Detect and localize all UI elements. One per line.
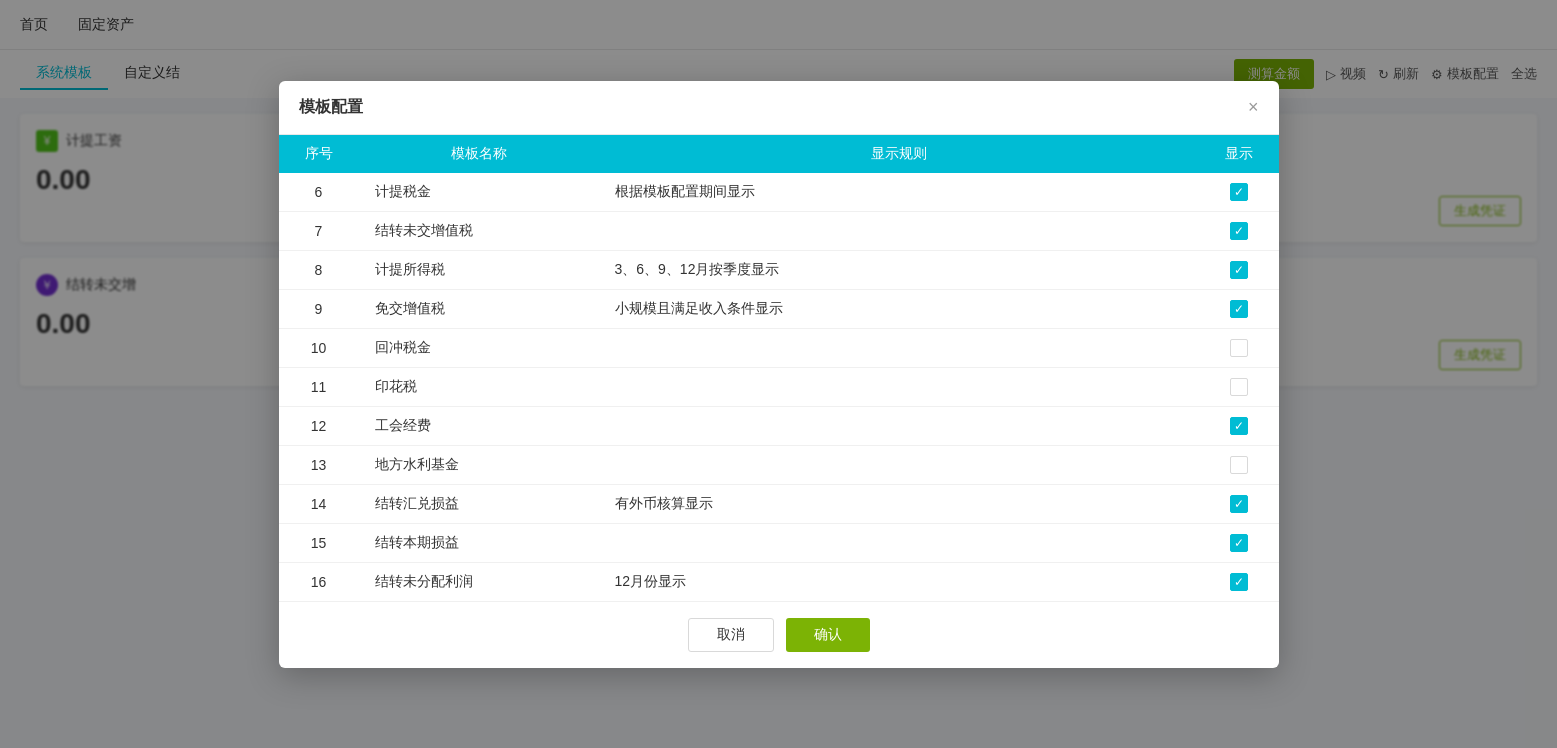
checkbox-wrap[interactable] xyxy=(1215,573,1263,591)
cell-seq: 13 xyxy=(279,445,359,484)
cell-name: 地方水利基金 xyxy=(359,445,599,484)
cell-name: 结转本期损益 xyxy=(359,523,599,562)
cell-checkbox[interactable] xyxy=(1199,523,1279,562)
checkbox-unchecked[interactable] xyxy=(1230,456,1248,474)
cell-seq: 16 xyxy=(279,562,359,601)
checkbox-checked[interactable] xyxy=(1230,261,1248,279)
table-row: 8计提所得税3、6、9、12月按季度显示 xyxy=(279,250,1279,289)
cell-rule: 3、6、9、12月按季度显示 xyxy=(599,250,1199,289)
modal-template-config: 模板配置 × 序号 模板名称 显示规则 显示 xyxy=(279,81,1279,668)
modal-header: 模板配置 × xyxy=(279,81,1279,135)
cell-checkbox[interactable] xyxy=(1199,289,1279,328)
cell-rule xyxy=(599,211,1199,250)
col-header-name: 模板名称 xyxy=(359,135,599,173)
cell-rule: 小规模且满足收入条件显示 xyxy=(599,289,1199,328)
cell-name: 计提税金 xyxy=(359,173,599,212)
cell-checkbox[interactable] xyxy=(1199,328,1279,367)
table-container[interactable]: 序号 模板名称 显示规则 显示 6计提税金根据模板配置期间显示7结转未交增值税8… xyxy=(279,135,1279,601)
checkbox-checked[interactable] xyxy=(1230,183,1248,201)
cell-seq: 15 xyxy=(279,523,359,562)
checkbox-unchecked[interactable] xyxy=(1230,339,1248,357)
table-row: 16结转未分配利润12月份显示 xyxy=(279,562,1279,601)
checkbox-checked[interactable] xyxy=(1230,417,1248,435)
cell-seq: 7 xyxy=(279,211,359,250)
modal-title: 模板配置 xyxy=(299,97,363,118)
checkbox-checked[interactable] xyxy=(1230,222,1248,240)
cell-seq: 9 xyxy=(279,289,359,328)
table-row: 13地方水利基金 xyxy=(279,445,1279,484)
table-row: 6计提税金根据模板配置期间显示 xyxy=(279,173,1279,212)
checkbox-checked[interactable] xyxy=(1230,534,1248,552)
cell-checkbox[interactable] xyxy=(1199,173,1279,212)
config-table: 序号 模板名称 显示规则 显示 6计提税金根据模板配置期间显示7结转未交增值税8… xyxy=(279,135,1279,601)
table-row: 10回冲税金 xyxy=(279,328,1279,367)
checkbox-unchecked[interactable] xyxy=(1230,378,1248,396)
checkbox-wrap[interactable] xyxy=(1215,300,1263,318)
modal-body: 序号 模板名称 显示规则 显示 6计提税金根据模板配置期间显示7结转未交增值税8… xyxy=(279,135,1279,601)
col-header-seq: 序号 xyxy=(279,135,359,173)
table-row: 11印花税 xyxy=(279,367,1279,406)
col-header-rule: 显示规则 xyxy=(599,135,1199,173)
cell-seq: 12 xyxy=(279,406,359,445)
cell-seq: 10 xyxy=(279,328,359,367)
cell-name: 免交增值税 xyxy=(359,289,599,328)
cell-seq: 11 xyxy=(279,367,359,406)
cell-seq: 8 xyxy=(279,250,359,289)
cell-rule xyxy=(599,406,1199,445)
checkbox-wrap[interactable] xyxy=(1215,378,1263,396)
cell-name: 结转未分配利润 xyxy=(359,562,599,601)
checkbox-wrap[interactable] xyxy=(1215,183,1263,201)
table-row: 12工会经费 xyxy=(279,406,1279,445)
cell-rule xyxy=(599,523,1199,562)
cell-seq: 6 xyxy=(279,173,359,212)
cancel-button[interactable]: 取消 xyxy=(688,618,774,652)
table-row: 15结转本期损益 xyxy=(279,523,1279,562)
modal-overlay: 模板配置 × 序号 模板名称 显示规则 显示 xyxy=(0,0,1557,748)
table-row: 14结转汇兑损益有外币核算显示 xyxy=(279,484,1279,523)
cell-name: 工会经费 xyxy=(359,406,599,445)
table-row: 9免交增值税小规模且满足收入条件显示 xyxy=(279,289,1279,328)
checkbox-wrap[interactable] xyxy=(1215,417,1263,435)
checkbox-checked[interactable] xyxy=(1230,573,1248,591)
checkbox-wrap[interactable] xyxy=(1215,339,1263,357)
background-page: 首页 固定资产 系统模板 自定义结 测算金额 ▷ 视频 ↻ 刷新 ⚙ 模板配置 … xyxy=(0,0,1557,748)
cell-name: 印花税 xyxy=(359,367,599,406)
checkbox-wrap[interactable] xyxy=(1215,456,1263,474)
checkbox-wrap[interactable] xyxy=(1215,495,1263,513)
checkbox-wrap[interactable] xyxy=(1215,222,1263,240)
cell-checkbox[interactable] xyxy=(1199,445,1279,484)
cell-seq: 14 xyxy=(279,484,359,523)
cell-rule xyxy=(599,328,1199,367)
checkbox-checked[interactable] xyxy=(1230,300,1248,318)
cell-rule: 有外币核算显示 xyxy=(599,484,1199,523)
cell-name: 计提所得税 xyxy=(359,250,599,289)
confirm-button[interactable]: 确认 xyxy=(786,618,870,652)
modal-close-button[interactable]: × xyxy=(1248,98,1259,116)
cell-checkbox[interactable] xyxy=(1199,367,1279,406)
col-header-display: 显示 xyxy=(1199,135,1279,173)
modal-footer: 取消 确认 xyxy=(279,601,1279,668)
checkbox-checked[interactable] xyxy=(1230,495,1248,513)
cell-checkbox[interactable] xyxy=(1199,211,1279,250)
cell-name: 结转汇兑损益 xyxy=(359,484,599,523)
cell-rule: 12月份显示 xyxy=(599,562,1199,601)
cell-name: 结转未交增值税 xyxy=(359,211,599,250)
cell-checkbox[interactable] xyxy=(1199,484,1279,523)
cell-name: 回冲税金 xyxy=(359,328,599,367)
cell-checkbox[interactable] xyxy=(1199,562,1279,601)
table-row: 7结转未交增值税 xyxy=(279,211,1279,250)
cell-checkbox[interactable] xyxy=(1199,406,1279,445)
cell-rule xyxy=(599,367,1199,406)
checkbox-wrap[interactable] xyxy=(1215,534,1263,552)
cell-rule xyxy=(599,445,1199,484)
table-header-row: 序号 模板名称 显示规则 显示 xyxy=(279,135,1279,173)
checkbox-wrap[interactable] xyxy=(1215,261,1263,279)
cell-checkbox[interactable] xyxy=(1199,250,1279,289)
cell-rule: 根据模板配置期间显示 xyxy=(599,173,1199,212)
